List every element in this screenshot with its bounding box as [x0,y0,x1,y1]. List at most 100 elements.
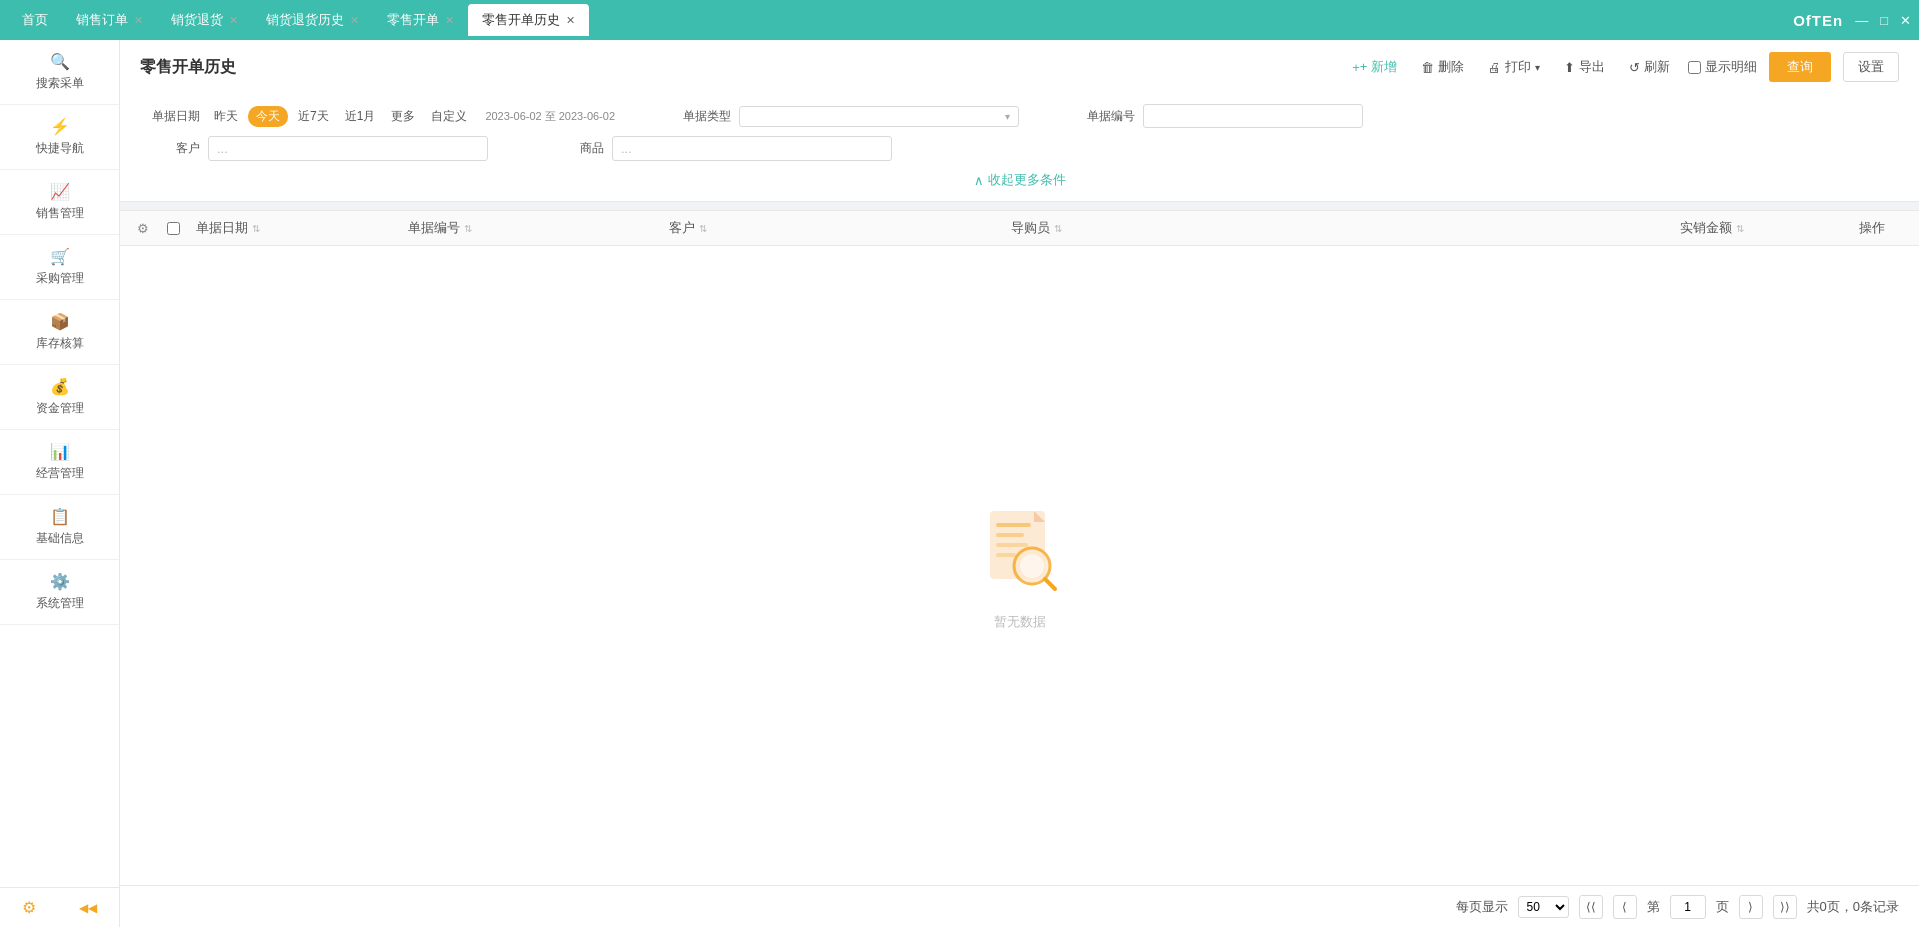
sidebar-item-quicknav[interactable]: ⚡ 快捷导航 [0,105,119,170]
collapse-up-icon: ∧ [974,173,984,188]
tab-retail-order[interactable]: 零售开单 ✕ [373,4,468,36]
table-select-all[interactable] [158,222,188,235]
last7days-button[interactable]: 近7天 [292,106,335,127]
docnum-input[interactable] [1143,104,1363,128]
purchase-icon: 🛒 [50,247,70,266]
tab-retail-order-history[interactable]: 零售开单历史 ✕ [468,4,589,36]
filter-customer-item: 客户 ... [140,136,488,161]
prev-page-button[interactable]: ⟨ [1613,895,1637,919]
sidebar-item-finance[interactable]: 💰 资金管理 [0,365,119,430]
collapse-sidebar-icon[interactable]: ◀◀ [79,901,97,915]
sidebar-item-search[interactable]: 🔍 搜索采单 [0,40,119,105]
last1month-button[interactable]: 近1月 [339,106,382,127]
print-dropdown-icon: ▾ [1535,62,1540,73]
new-icon: + [1352,60,1360,75]
system-icon: ⚙️ [50,572,70,591]
show-detail-input[interactable] [1688,61,1701,74]
window-minimize-icon[interactable]: — [1855,13,1868,28]
per-page-select[interactable]: 50 20 100 [1518,896,1569,918]
tab-retail-order-history-label: 零售开单历史 [482,11,560,29]
doctype-select[interactable]: ▾ [739,106,1019,127]
th-action: 操作 [1851,219,1911,237]
filter-row-2: 客户 ... 商品 ... [140,136,1899,161]
today-button[interactable]: 今天 [248,106,288,127]
yesterday-button[interactable]: 昨天 [208,106,244,127]
table-area: ⚙ 单据日期 ⇅ 单据编号 ⇅ 客户 ⇅ 导购员 ⇅ [120,210,1919,927]
goods-dots-icon: ... [621,141,632,156]
sidebar-item-system-label: 系统管理 [36,595,84,612]
sidebar-item-inventory[interactable]: 📦 库存核算 [0,300,119,365]
custom-button[interactable]: 自定义 [425,106,473,127]
filter-area: 单据日期 昨天 今天 近7天 近1月 更多 自定义 2023-06-02 至 2… [140,94,1899,201]
th-amount-label: 实销金额 [1680,219,1732,237]
close-tab-retail-order-history[interactable]: ✕ [566,14,575,27]
print-label: 打印 [1505,58,1531,76]
filter-customer-label: 客户 [140,140,200,157]
export-button[interactable]: ⬆ 导出 [1558,54,1611,80]
table-settings-icon[interactable]: ⚙ [128,221,158,236]
tab-sales-return-history-label: 销货退货历史 [266,11,344,29]
finance-icon: 💰 [50,377,70,396]
settings-bottom-icon[interactable]: ⚙ [22,898,36,917]
doctype-dropdown-icon: ▾ [1005,111,1010,122]
sidebar-item-basics[interactable]: 📋 基础信息 [0,495,119,560]
svg-rect-2 [996,533,1024,537]
sidebar-item-system[interactable]: ⚙️ 系统管理 [0,560,119,625]
th-date-sort-icon: ⇅ [252,223,260,234]
th-date[interactable]: 单据日期 ⇅ [188,219,400,237]
svg-line-8 [1045,579,1055,589]
print-button[interactable]: 🖨 打印 ▾ [1482,54,1546,80]
window-close-icon[interactable]: ✕ [1900,13,1911,28]
date-range-display: 2023-06-02 至 2023-06-02 [485,109,615,124]
th-guide[interactable]: 导购员 ⇅ [1003,219,1182,237]
collapse-button[interactable]: ∧ 收起更多条件 [974,171,1066,189]
sidebar-item-sales[interactable]: 📈 销售管理 [0,170,119,235]
tab-sales-order[interactable]: 销售订单 ✕ [62,4,157,36]
filter-doctype-item: 单据类型 ▾ [671,106,1019,127]
th-docnum-sort-icon: ⇅ [464,223,472,234]
sidebar-item-operations[interactable]: 📊 经营管理 [0,430,119,495]
th-docnum-label: 单据编号 [408,219,460,237]
toolbar: + + 新增 🗑 删除 🖨 打印 ▾ ⬆ 导出 [1346,52,1899,82]
th-customer-sort-icon: ⇅ [699,223,707,234]
tab-home-label: 首页 [22,11,48,29]
window-maximize-icon[interactable]: □ [1880,13,1888,28]
close-tab-sales-return-history[interactable]: ✕ [350,14,359,27]
th-customer[interactable]: 客户 ⇅ [661,219,1003,237]
customer-input[interactable]: ... [208,136,488,161]
first-page-button[interactable]: ⟨⟨ [1579,895,1603,919]
th-guide-sort-icon: ⇅ [1054,223,1062,234]
tab-sales-return[interactable]: 销货退货 ✕ [157,4,252,36]
delete-button[interactable]: 🗑 删除 [1415,54,1470,80]
sidebar: 🔍 搜索采单 ⚡ 快捷导航 📈 销售管理 🛒 采购管理 📦 库存核算 💰 资金管… [0,40,120,927]
empty-svg [970,501,1070,601]
more-button[interactable]: 更多 [385,106,421,127]
close-tab-sales-order[interactable]: ✕ [134,14,143,27]
query-button[interactable]: 查询 [1769,52,1831,82]
filter-goods-label: 商品 [544,140,604,157]
close-tab-sales-return[interactable]: ✕ [229,14,238,27]
filter-doctype-label: 单据类型 [671,108,731,125]
page-label: 第 [1647,898,1660,916]
filter-date-buttons: 昨天 今天 近7天 近1月 更多 自定义 [208,106,473,127]
last-page-button[interactable]: ⟩⟩ [1773,895,1797,919]
goods-input[interactable]: ... [612,136,892,161]
show-detail-checkbox[interactable]: 显示明细 [1688,58,1757,76]
new-button[interactable]: + + 新增 [1346,54,1403,80]
sidebar-item-purchase[interactable]: 🛒 采购管理 [0,235,119,300]
show-detail-label: 显示明细 [1705,58,1757,76]
close-tab-retail-order[interactable]: ✕ [445,14,454,27]
print-icon: 🖨 [1488,60,1501,75]
current-page-input[interactable]: 1 [1670,895,1706,919]
setting-button[interactable]: 设置 [1843,52,1899,82]
th-amount[interactable]: 实销金额 ⇅ [1672,219,1851,237]
select-all-checkbox[interactable] [167,222,180,235]
next-page-button[interactable]: ⟩ [1739,895,1763,919]
th-docnum[interactable]: 单据编号 ⇅ [400,219,661,237]
tab-home[interactable]: 首页 [8,4,62,36]
tab-sales-return-history[interactable]: 销货退货历史 ✕ [252,4,373,36]
filter-date-item: 单据日期 昨天 今天 近7天 近1月 更多 自定义 2023-06-02 至 2… [140,106,615,127]
refresh-button[interactable]: ↺ 刷新 [1623,54,1676,80]
sidebar-item-finance-label: 资金管理 [36,400,84,417]
top-bar: 首页 销售订单 ✕ 销货退货 ✕ 销货退货历史 ✕ 零售开单 ✕ 零售开单历史 … [0,0,1919,40]
